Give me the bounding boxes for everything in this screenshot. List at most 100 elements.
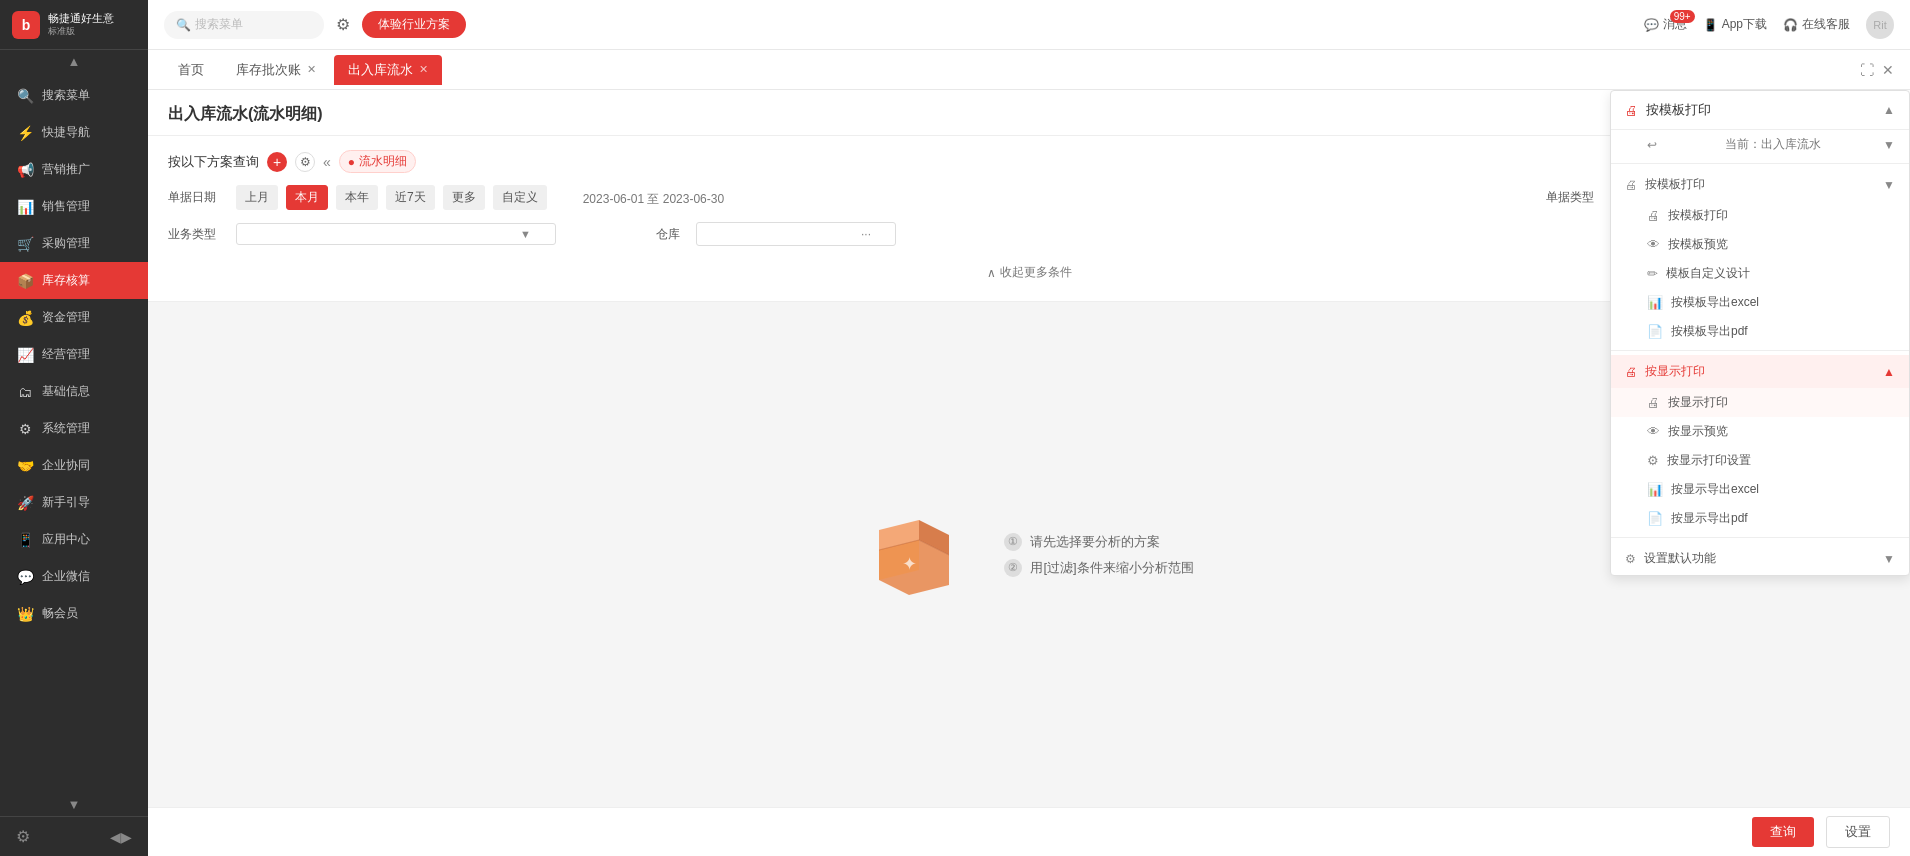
sidebar-item-quicknav[interactable]: ⚡ 快捷导航 bbox=[0, 114, 148, 151]
date-more[interactable]: 更多 bbox=[443, 185, 485, 210]
sidebar-settings-icon[interactable]: ⚙ bbox=[16, 827, 30, 846]
bottom-action-bar: 查询 设置 bbox=[148, 807, 1910, 856]
sidebar-bottom: ⚙ ◀▶ bbox=[0, 816, 148, 856]
print-title-label: 按模板打印 bbox=[1646, 101, 1711, 119]
sidebar-nav: 🔍 搜索菜单 ⚡ 快捷导航 📢 营销推广 📊 销售管理 🛒 采购管理 📦 库存核… bbox=[0, 73, 148, 793]
biz-type-select[interactable]: ▼ bbox=[236, 223, 556, 245]
print-current-label: ↩ 当前：出入库流水 ▼ bbox=[1611, 130, 1909, 159]
print-section-display-header[interactable]: 🖨 按显示打印 ▲ bbox=[1611, 355, 1909, 388]
header-right: 💬 消息 99+ 📱 App下载 🎧 在线客服 Rit bbox=[1644, 11, 1894, 39]
date-custom[interactable]: 自定义 bbox=[493, 185, 547, 210]
tabs-bar: 首页 库存批次账 ✕ 出入库流水 ✕ ⛶ ✕ bbox=[148, 50, 1910, 90]
date-current-month[interactable]: 本月 bbox=[286, 185, 328, 210]
folder-icon: 🗂 bbox=[16, 384, 34, 400]
print-template-excel[interactable]: 📊 按模板导出excel bbox=[1611, 288, 1909, 317]
sidebar-item-search-label: 搜索菜单 bbox=[42, 87, 90, 104]
sidebar-item-wecom[interactable]: 💬 企业微信 bbox=[0, 558, 148, 595]
sidebar-item-sales[interactable]: 📊 销售管理 bbox=[0, 188, 148, 225]
message-badge: 99+ bbox=[1670, 10, 1695, 23]
warehouse-label: 仓库 bbox=[656, 226, 680, 243]
display-pdf-icon: 📄 bbox=[1647, 511, 1663, 526]
display-section-arrow: ▲ bbox=[1883, 365, 1895, 379]
hint-item-1: ① 请先选择要分析的方案 bbox=[1004, 533, 1160, 551]
tab-home[interactable]: 首页 bbox=[164, 55, 218, 85]
print-display-excel[interactable]: 📊 按显示导出excel bbox=[1611, 475, 1909, 504]
print-current-arrow: ▼ bbox=[1883, 138, 1895, 152]
tab-flow[interactable]: 出入库流水 ✕ bbox=[334, 55, 442, 85]
filter-add-button[interactable]: + bbox=[267, 152, 287, 172]
warehouse-more-icon: ··· bbox=[861, 227, 871, 241]
filter-settings-button[interactable]: ⚙ bbox=[295, 152, 315, 172]
date-last-month[interactable]: 上月 bbox=[236, 185, 278, 210]
print-template-print[interactable]: 🖨 按模板打印 bbox=[1611, 201, 1909, 230]
sidebar-item-search[interactable]: 🔍 搜索菜单 bbox=[0, 77, 148, 114]
sidebar-item-purchase-label: 采购管理 bbox=[42, 235, 90, 252]
tabs-controls: ⛶ ✕ bbox=[1860, 62, 1894, 78]
flow-type-tag[interactable]: ● 流水明细 bbox=[339, 150, 416, 173]
date-current-year[interactable]: 本年 bbox=[336, 185, 378, 210]
chart-icon: 📊 bbox=[16, 199, 34, 215]
template-preview-icon: 👁 bbox=[1647, 237, 1660, 252]
template-pdf-icon: 📄 bbox=[1647, 324, 1663, 339]
sidebar-item-operations[interactable]: 📈 经营管理 bbox=[0, 336, 148, 373]
sidebar-item-marketing[interactable]: 📢 营销推广 bbox=[0, 151, 148, 188]
sidebar-item-system[interactable]: ⚙ 系统管理 bbox=[0, 410, 148, 447]
service-icon: 🎧 bbox=[1783, 18, 1798, 32]
display-section-label: 按显示打印 bbox=[1645, 363, 1705, 380]
sidebar-item-appcenter[interactable]: 📱 应用中心 bbox=[0, 521, 148, 558]
sidebar-item-basic-info[interactable]: 🗂 基础信息 bbox=[0, 373, 148, 410]
lightning-icon: ⚡ bbox=[16, 125, 34, 141]
sidebar-item-basic-info-label: 基础信息 bbox=[42, 383, 90, 400]
template-section-icon: 🖨 bbox=[1625, 178, 1637, 192]
download-icon: 📱 bbox=[1703, 18, 1718, 32]
print-default-setting[interactable]: ⚙ 设置默认功能 ▼ bbox=[1611, 542, 1909, 575]
print-template-pdf[interactable]: 📄 按模板导出pdf bbox=[1611, 317, 1909, 346]
warehouse-select[interactable]: ··· bbox=[696, 222, 896, 246]
handshake-icon: 🤝 bbox=[16, 458, 34, 474]
sidebar-item-collab[interactable]: 🤝 企业协同 bbox=[0, 447, 148, 484]
app-download-button[interactable]: 📱 App下载 bbox=[1703, 16, 1767, 33]
collapse-chevron-icon: ∧ bbox=[987, 266, 996, 280]
trial-button[interactable]: 体验行业方案 bbox=[362, 11, 466, 38]
settings-button[interactable]: 设置 bbox=[1826, 816, 1890, 848]
tab-batch-account-close[interactable]: ✕ bbox=[307, 63, 316, 76]
sidebar-item-finance[interactable]: 💰 资金管理 bbox=[0, 299, 148, 336]
print-section-template-header[interactable]: 🖨 按模板打印 ▼ bbox=[1611, 168, 1909, 201]
online-service-button[interactable]: 🎧 在线客服 bbox=[1783, 16, 1850, 33]
date-last-7days[interactable]: 近7天 bbox=[386, 185, 435, 210]
tab-flow-label: 出入库流水 bbox=[348, 61, 413, 79]
header-search[interactable]: 🔍 搜索菜单 bbox=[164, 11, 324, 39]
query-button[interactable]: 查询 bbox=[1752, 817, 1814, 847]
hint-num-2: ② bbox=[1004, 559, 1022, 577]
money-icon: 💰 bbox=[16, 310, 34, 326]
header-settings-icon[interactable]: ⚙ bbox=[336, 15, 350, 34]
collapse-label: 收起更多条件 bbox=[1000, 264, 1072, 281]
print-display-settings[interactable]: ⚙ 按显示打印设置 bbox=[1611, 446, 1909, 475]
print-display-pdf[interactable]: 📄 按显示导出pdf bbox=[1611, 504, 1909, 533]
sidebar-item-guide[interactable]: 🚀 新手引导 bbox=[0, 484, 148, 521]
print-template-preview[interactable]: 👁 按模板预览 bbox=[1611, 230, 1909, 259]
sidebar-item-member[interactable]: 👑 畅会员 bbox=[0, 595, 148, 632]
print-dropdown-collapse-icon[interactable]: ▲ bbox=[1883, 103, 1895, 117]
message-button[interactable]: 💬 消息 99+ bbox=[1644, 16, 1687, 33]
sidebar-scroll-down[interactable]: ▼ bbox=[0, 793, 148, 816]
tab-close-all-icon[interactable]: ✕ bbox=[1882, 62, 1894, 78]
template-section-label: 按模板打印 bbox=[1645, 176, 1705, 193]
print-display-print[interactable]: 🖨 按显示打印 bbox=[1611, 388, 1909, 417]
sidebar-item-collab-label: 企业协同 bbox=[42, 457, 90, 474]
user-avatar[interactable]: Rit bbox=[1866, 11, 1894, 39]
tab-maximize-icon[interactable]: ⛶ bbox=[1860, 62, 1874, 78]
sidebar-collapse-icon[interactable]: ◀▶ bbox=[110, 829, 132, 845]
sidebar-item-operations-label: 经营管理 bbox=[42, 346, 90, 363]
sidebar-item-inventory[interactable]: 📦 库存核算 bbox=[0, 262, 148, 299]
box-icon: 📦 bbox=[16, 273, 34, 289]
tab-batch-account[interactable]: 库存批次账 ✕ bbox=[222, 55, 330, 85]
sidebar-item-purchase[interactable]: 🛒 采购管理 bbox=[0, 225, 148, 262]
hint-item-2: ② 用[过滤]条件来缩小分析范围 bbox=[1004, 559, 1193, 577]
tab-flow-close[interactable]: ✕ bbox=[419, 63, 428, 76]
filter-collapse-icon[interactable]: « bbox=[323, 154, 331, 170]
sidebar-scroll-up[interactable]: ▲ bbox=[0, 50, 148, 73]
print-template-design[interactable]: ✏ 模板自定义设计 bbox=[1611, 259, 1909, 288]
header-search-placeholder: 搜索菜单 bbox=[195, 16, 243, 33]
print-display-preview[interactable]: 👁 按显示预览 bbox=[1611, 417, 1909, 446]
